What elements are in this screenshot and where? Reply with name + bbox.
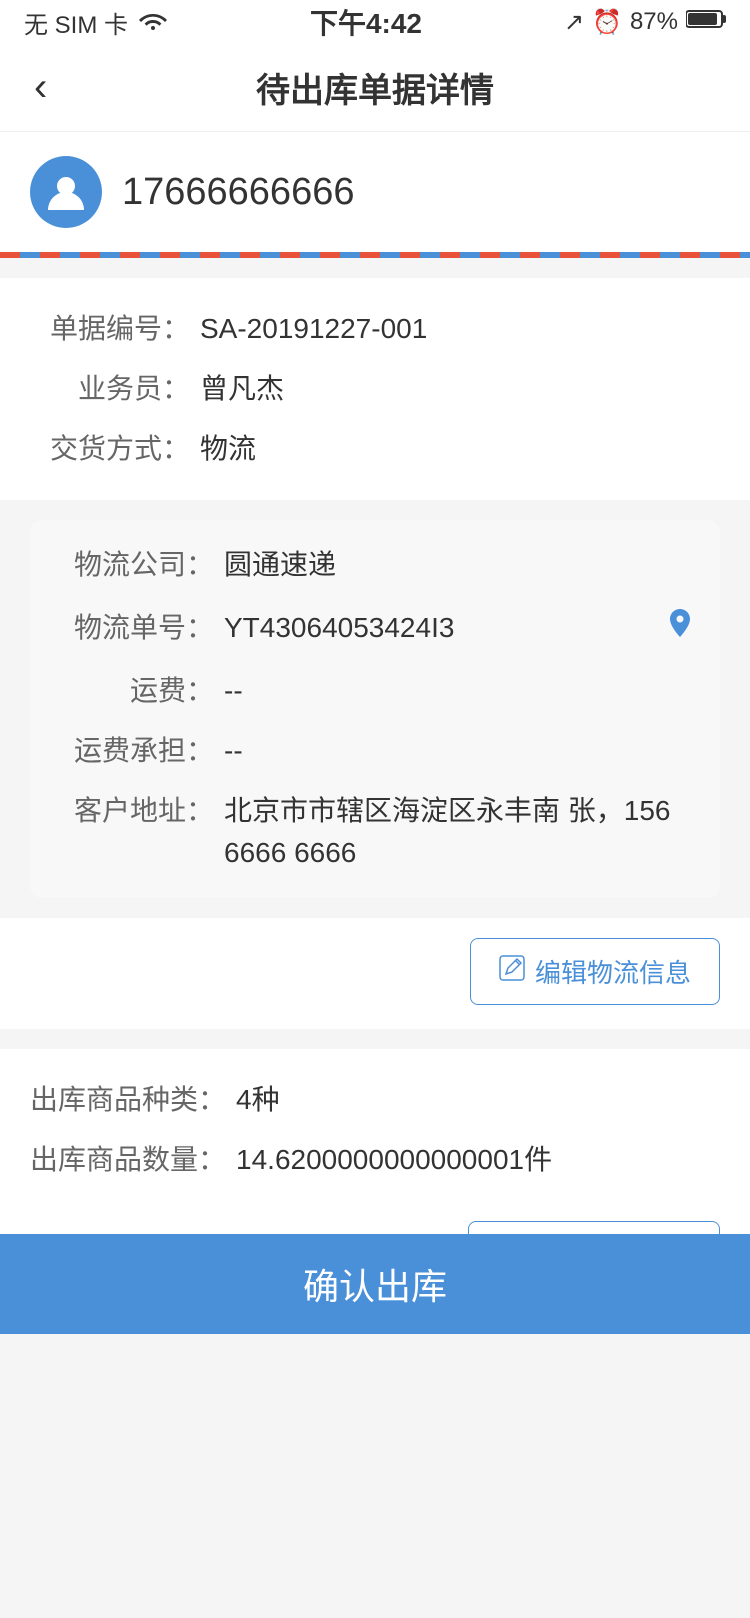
sku-type-label: 出库商品种类： bbox=[30, 1079, 226, 1121]
nav-bar: ‹ 待出库单据详情 bbox=[0, 44, 750, 132]
address-row: 客户地址： 北京市市辖区海淀区永丰南 张，156 6666 6666 bbox=[54, 790, 696, 874]
page-title: 待出库单据详情 bbox=[256, 63, 494, 112]
location-status-icon: ↗ bbox=[564, 8, 584, 37]
doc-no-row: 单据编号： SA-20191227-001 bbox=[30, 308, 720, 350]
tracking-label: 物流单号： bbox=[54, 607, 214, 649]
tracking-row: 物流单号： YT43064053424I3 bbox=[54, 604, 696, 652]
freight-bearer-value: -- bbox=[224, 730, 696, 772]
sku-qty-value: 14.6200000000000001件 bbox=[236, 1139, 720, 1181]
base-info-section: 单据编号： SA-20191227-001 业务员： 曾凡杰 交货方式： 物流 bbox=[0, 278, 750, 500]
salesman-label: 业务员： bbox=[30, 368, 190, 410]
doc-no-label: 单据编号： bbox=[30, 308, 190, 350]
edit-icon bbox=[499, 955, 525, 988]
logistics-company-row: 物流公司： 圆通速递 bbox=[54, 544, 696, 586]
logistics-company-value: 圆通速递 bbox=[224, 544, 696, 586]
carrier-text: 无 SIM 卡 bbox=[24, 5, 128, 40]
status-bar: 无 SIM 卡 下午4:42 ↗ ⏰ 87% bbox=[0, 0, 750, 44]
gray-gap-1 bbox=[0, 258, 750, 278]
delivery-label: 交货方式： bbox=[30, 428, 190, 470]
freight-label: 运费： bbox=[54, 670, 214, 712]
battery-text: 87% bbox=[630, 8, 678, 36]
confirm-btn-wrapper[interactable]: 确认出库 bbox=[0, 1234, 750, 1334]
edit-btn-label: 编辑物流信息 bbox=[535, 953, 691, 990]
delivery-row: 交货方式： 物流 bbox=[30, 428, 720, 470]
sku-qty-label: 出库商品数量： bbox=[30, 1139, 226, 1181]
tracking-value: YT43064053424I3 bbox=[224, 607, 650, 649]
freight-bearer-row: 运费承担： -- bbox=[54, 730, 696, 772]
avatar bbox=[30, 156, 102, 228]
address-value: 北京市市辖区海淀区永丰南 张，156 6666 6666 bbox=[224, 790, 696, 874]
sku-type-row: 出库商品种类： 4种 bbox=[30, 1079, 720, 1121]
location-icon[interactable] bbox=[664, 604, 696, 652]
status-time: 下午4:42 bbox=[310, 2, 422, 42]
sku-qty-row: 出库商品数量： 14.6200000000000001件 bbox=[30, 1139, 720, 1181]
sku-type-value: 4种 bbox=[236, 1079, 720, 1121]
salesman-row: 业务员： 曾凡杰 bbox=[30, 368, 720, 410]
gray-gap-2 bbox=[0, 1029, 750, 1049]
doc-no-value: SA-20191227-001 bbox=[200, 308, 720, 350]
freight-value: -- bbox=[224, 670, 696, 712]
freight-row: 运费： -- bbox=[54, 670, 696, 712]
freight-bearer-label: 运费承担： bbox=[54, 730, 214, 772]
logistics-company-label: 物流公司： bbox=[54, 544, 214, 586]
user-phone: 17666666666 bbox=[122, 171, 354, 214]
user-header: 17666666666 bbox=[0, 132, 750, 252]
alarm-icon: ⏰ bbox=[592, 8, 622, 37]
logistics-card: 物流公司： 圆通速递 物流单号： YT43064053424I3 运费： -- … bbox=[30, 520, 720, 898]
address-label: 客户地址： bbox=[54, 790, 214, 832]
stats-section: 出库商品种类： 4种 出库商品数量： 14.6200000000000001件 bbox=[0, 1049, 750, 1211]
confirm-btn-text: 确认出库 bbox=[303, 1258, 447, 1310]
edit-logistics-button[interactable]: 编辑物流信息 bbox=[470, 938, 720, 1005]
status-right: ↗ ⏰ 87% bbox=[564, 8, 726, 37]
battery-icon bbox=[686, 8, 726, 37]
back-button[interactable]: ‹ bbox=[24, 55, 57, 120]
delivery-value: 物流 bbox=[200, 428, 720, 470]
salesman-value: 曾凡杰 bbox=[200, 368, 720, 410]
edit-btn-row: 编辑物流信息 bbox=[0, 918, 750, 1029]
bottom-space bbox=[0, 1318, 750, 1518]
wifi-icon bbox=[138, 8, 168, 37]
status-left: 无 SIM 卡 bbox=[24, 5, 168, 40]
